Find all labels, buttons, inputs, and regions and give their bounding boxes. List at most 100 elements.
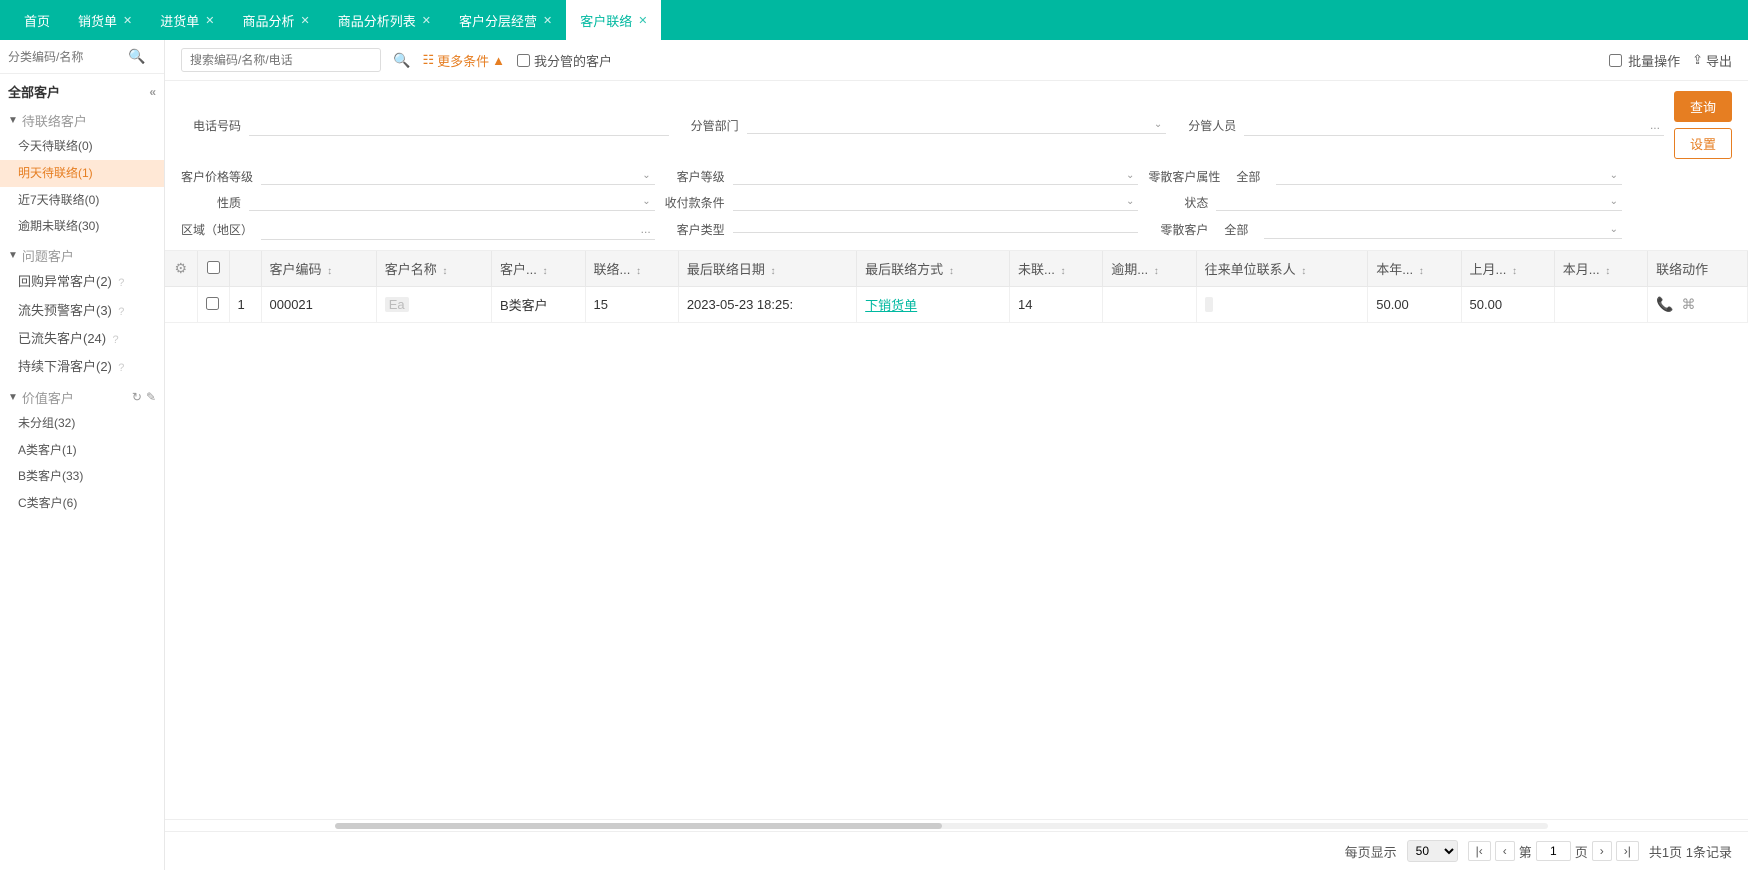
sidebar-item-7days[interactable]: 近7天待联络(0) — [0, 187, 164, 214]
nav-customer-tier[interactable]: 客户分层经营 ✕ — [445, 0, 566, 40]
more-conditions-button[interactable]: ☷ 更多条件 ▲ — [422, 51, 505, 70]
nav-product-analysis[interactable]: 商品分析 ✕ — [228, 0, 323, 40]
help-icon[interactable]: ? — [112, 334, 118, 346]
sidebar-item-overdue[interactable]: 逾期未联络(30) — [0, 213, 164, 240]
close-icon[interactable]: ✕ — [422, 14, 431, 27]
help-icon[interactable]: ? — [118, 277, 124, 289]
th-settings[interactable]: ⚙ — [165, 251, 197, 287]
main-search-button[interactable]: 🔍 — [393, 52, 410, 69]
filter-select-status[interactable]: ⌄ — [1216, 193, 1622, 211]
export-button[interactable]: ⇪ 导出 — [1692, 51, 1732, 70]
filter-select-retail-attr[interactable]: ⌄ — [1276, 167, 1622, 185]
sidebar-item-class-c[interactable]: C类客户(6) — [0, 490, 164, 517]
filter-select-customer-type[interactable] — [733, 226, 1139, 233]
export-icon: ⇪ — [1692, 52, 1703, 68]
sidebar-item-class-b[interactable]: B类客户(33) — [0, 463, 164, 490]
refresh-icon[interactable]: ↻ — [132, 390, 142, 404]
settings-button[interactable]: 设置 — [1674, 128, 1732, 159]
batch-checkbox[interactable] — [1609, 54, 1622, 67]
sidebar-all-customers-header[interactable]: 全部客户 « — [0, 74, 164, 105]
nav-product-analysis-list[interactable]: 商品分析列表 ✕ — [324, 0, 445, 40]
th-checkbox[interactable] — [197, 251, 229, 287]
th-last-contact-method[interactable]: 最后联络方式 ↕ — [857, 251, 1010, 287]
filter-select-payment[interactable]: ⌄ — [733, 193, 1139, 211]
phone-icon[interactable]: 📞 — [1656, 296, 1673, 313]
filter-select-manager[interactable]: ... — [1244, 115, 1664, 136]
th-overdue[interactable]: 逾期... ↕ — [1103, 251, 1196, 287]
td-last-contact-method[interactable]: 下销货单 — [857, 287, 1010, 323]
select-all-checkbox[interactable] — [207, 261, 220, 274]
sidebar-item-class-a[interactable]: A类客户(1) — [0, 437, 164, 464]
scrollbar-thumb[interactable] — [335, 823, 942, 829]
row-checkbox[interactable] — [206, 297, 219, 310]
per-page-select[interactable]: 50 100 — [1407, 840, 1458, 862]
th-this-month[interactable]: 本月... ↕ — [1554, 251, 1647, 287]
my-customers-checkbox[interactable]: 我分管的客户 — [517, 51, 612, 70]
sidebar-item-repurchase-abnormal[interactable]: 回购异常客户(2) ? — [0, 268, 164, 296]
settings-gear-icon[interactable]: ⚙ — [174, 260, 187, 276]
batch-op-button[interactable]: 批量操作 — [1609, 51, 1680, 70]
page-number-input[interactable] — [1536, 841, 1571, 861]
nav-home[interactable]: 首页 — [10, 0, 64, 40]
close-icon[interactable]: ✕ — [205, 14, 214, 27]
filter-input-phone[interactable] — [249, 115, 669, 136]
last-page-button[interactable]: ›| — [1616, 841, 1639, 861]
sidebar-item-ungrouped[interactable]: 未分组(32) — [0, 410, 164, 437]
filter-select-area[interactable]: ... — [261, 219, 655, 240]
nav-purchase-order[interactable]: 进货单 ✕ — [146, 0, 228, 40]
th-customer-name[interactable]: 客户名称 ↕ — [376, 251, 491, 287]
sidebar-item-churn-warning[interactable]: 流失预警客户(3) ? — [0, 297, 164, 325]
query-button[interactable]: 查询 — [1674, 91, 1732, 122]
td-last-contact-date: 2023-05-23 18:25: — [678, 287, 856, 323]
th-not-contacted[interactable]: 未联... ↕ — [1010, 251, 1103, 287]
filter-select-dept[interactable]: ⌄ — [747, 116, 1167, 134]
last-contact-method-link[interactable]: 下销货单 — [865, 298, 917, 313]
close-icon[interactable]: ✕ — [301, 14, 310, 27]
filter-select-customer-level[interactable]: ⌄ — [733, 167, 1139, 185]
close-icon[interactable]: ✕ — [638, 14, 647, 27]
sort-icon: ↕ — [949, 266, 954, 277]
horizontal-scrollbar[interactable] — [165, 819, 1748, 831]
sidebar-group-pending: ▼ 待联络客户 — [0, 105, 164, 133]
filter-label-area: 区域（地区） — [181, 221, 253, 238]
grid-icon[interactable]: ⌘ — [1682, 296, 1696, 313]
help-icon[interactable]: ? — [118, 362, 124, 374]
close-icon[interactable]: ✕ — [123, 14, 132, 27]
th-last-contact-date[interactable]: 最后联络日期 ↕ — [678, 251, 856, 287]
th-unit-contact[interactable]: 往来单位联系人 ↕ — [1196, 251, 1368, 287]
th-contact[interactable]: 联络... ↕ — [585, 251, 678, 287]
nav-customer-contact[interactable]: 客户联络 ✕ — [566, 0, 661, 40]
collapse-icon[interactable]: « — [149, 85, 156, 99]
edit-icon[interactable]: ✎ — [146, 390, 156, 404]
td-checkbox[interactable] — [197, 287, 229, 323]
close-icon[interactable]: ✕ — [543, 14, 552, 27]
th-this-year[interactable]: 本年... ↕ — [1368, 251, 1461, 287]
scrollbar-track[interactable] — [335, 823, 1548, 829]
next-page-button[interactable]: › — [1592, 841, 1612, 861]
filter-select-customer-value[interactable]: ⌄ — [261, 167, 655, 185]
sidebar-item-churned[interactable]: 已流失客户(24) ? — [0, 325, 164, 353]
sort-icon: ↕ — [1605, 266, 1610, 277]
th-last-month[interactable]: 上月... ↕ — [1461, 251, 1554, 287]
sidebar-search-input[interactable] — [8, 50, 128, 64]
nav-sales-order[interactable]: 销货单 ✕ — [64, 0, 146, 40]
sidebar-item-today[interactable]: 今天待联络(0) — [0, 133, 164, 160]
th-customer-type[interactable]: 客户... ↕ — [491, 251, 585, 287]
sidebar-item-declining[interactable]: 持续下滑客户(2) ? — [0, 353, 164, 381]
help-icon[interactable]: ? — [118, 306, 124, 318]
my-customers-check[interactable] — [517, 54, 530, 67]
chevron-down-icon: ⌄ — [1126, 170, 1134, 181]
first-page-button[interactable]: |‹ — [1468, 841, 1491, 861]
filter-field-payment: 收付款条件 ⌄ — [665, 193, 1139, 211]
sort-icon: ↕ — [636, 266, 641, 277]
prev-page-button[interactable]: ‹ — [1495, 841, 1515, 861]
search-icon[interactable]: 🔍 — [128, 48, 145, 65]
filter-field-retail-attr: 零散客户属性 全部 ⌄ — [1148, 167, 1622, 185]
filter-select-retail-customer[interactable]: ⌄ — [1264, 221, 1622, 239]
filter-select-nature[interactable]: ⌄ — [249, 193, 655, 211]
sidebar-item-tomorrow[interactable]: 明天待联络(1) — [0, 160, 164, 187]
th-customer-code[interactable]: 客户编码 ↕ — [261, 251, 376, 287]
data-table-container: ⚙ 客户编码 ↕ 客户名称 ↕ — [165, 251, 1748, 819]
th-index — [229, 251, 261, 287]
main-search-input[interactable] — [181, 48, 381, 72]
